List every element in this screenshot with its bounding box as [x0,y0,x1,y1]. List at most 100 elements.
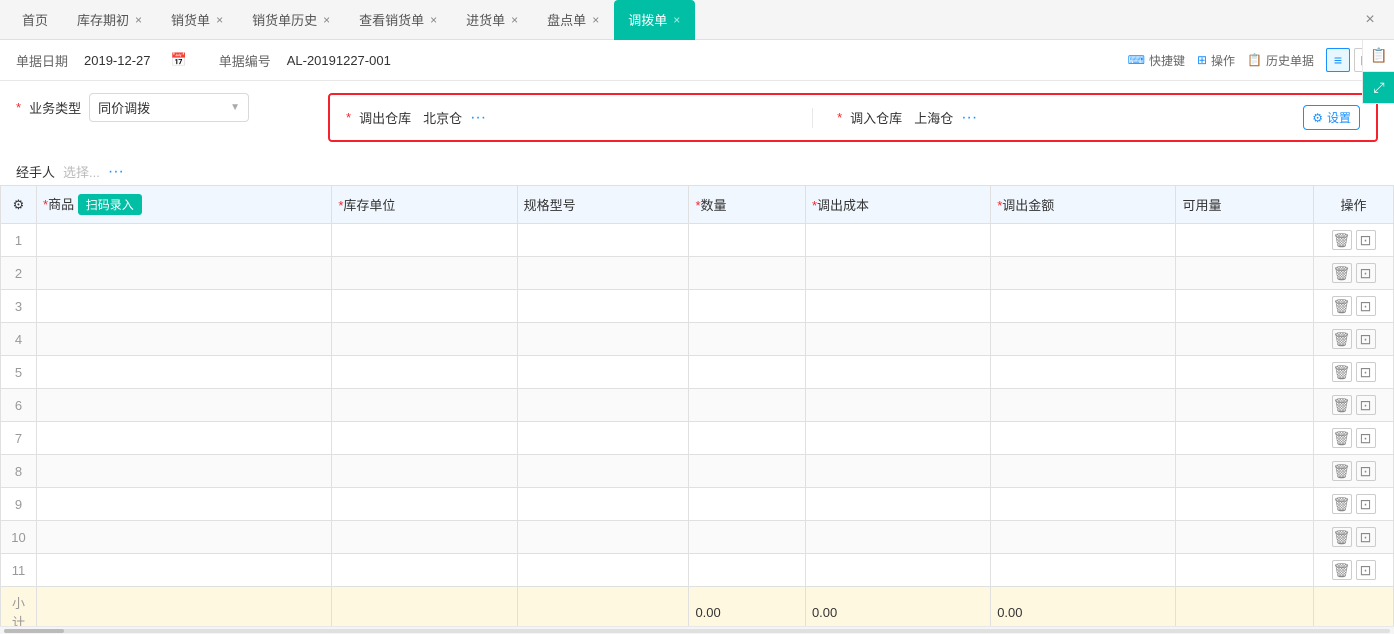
copy-icon-9[interactable]: ⊡ [1356,494,1376,514]
cell-amount-5[interactable] [991,356,1176,389]
cell-cost-5[interactable] [805,356,990,389]
cell-product-9[interactable] [37,488,332,521]
copy-icon-5[interactable]: ⊡ [1356,362,1376,382]
cell-unit-4[interactable] [332,323,517,356]
cell-amount-7[interactable] [991,422,1176,455]
cell-amount-2[interactable] [991,257,1176,290]
cell-cost-8[interactable] [805,455,990,488]
cell-unit-2[interactable] [332,257,517,290]
delete-icon-2[interactable]: 🗑 [1332,263,1352,283]
cell-available-6[interactable] [1176,389,1314,422]
cell-spec-6[interactable] [517,389,689,422]
cell-spec-7[interactable] [517,422,689,455]
tab-view-sales[interactable]: 查看销货单 × [345,0,452,40]
delete-icon-9[interactable]: 🗑 [1332,494,1352,514]
warehouse-out-more[interactable]: ··· [470,109,486,127]
copy-icon-3[interactable]: ⊡ [1356,296,1376,316]
cell-product-4[interactable] [37,323,332,356]
cell-spec-4[interactable] [517,323,689,356]
list-view-button[interactable]: ≡ [1326,48,1350,72]
cell-product-5[interactable] [37,356,332,389]
cell-spec-9[interactable] [517,488,689,521]
warehouse-in-more[interactable]: ··· [961,109,977,127]
cell-cost-2[interactable] [805,257,990,290]
cell-product-10[interactable] [37,521,332,554]
copy-icon-1[interactable]: ⊡ [1356,230,1376,250]
cell-unit-5[interactable] [332,356,517,389]
delete-icon-8[interactable]: 🗑 [1332,461,1352,481]
cell-cost-6[interactable] [805,389,990,422]
cell-available-10[interactable] [1176,521,1314,554]
cell-unit-8[interactable] [332,455,517,488]
history-button[interactable]: 📋 历史单据 [1247,52,1314,69]
delete-icon-6[interactable]: 🗑 [1332,395,1352,415]
cell-quantity-5[interactable] [689,356,806,389]
cell-available-4[interactable] [1176,323,1314,356]
cell-unit-11[interactable] [332,554,517,587]
cell-unit-6[interactable] [332,389,517,422]
tab-sales-history[interactable]: 销货单历史 × [238,0,345,40]
cell-quantity-1[interactable] [689,224,806,257]
cell-amount-4[interactable] [991,323,1176,356]
close-inventory-init[interactable]: × [135,13,142,27]
cell-cost-9[interactable] [805,488,990,521]
cell-available-11[interactable] [1176,554,1314,587]
cell-available-5[interactable] [1176,356,1314,389]
cell-quantity-7[interactable] [689,422,806,455]
cell-amount-10[interactable] [991,521,1176,554]
cell-spec-11[interactable] [517,554,689,587]
cell-unit-10[interactable] [332,521,517,554]
delete-icon-10[interactable]: 🗑 [1332,527,1352,547]
delete-icon-5[interactable]: 🗑 [1332,362,1352,382]
cell-amount-3[interactable] [991,290,1176,323]
close-transfer[interactable]: × [673,13,680,27]
cell-unit-3[interactable] [332,290,517,323]
tab-inventory-init[interactable]: 库存期初 × [63,0,157,40]
cell-unit-7[interactable] [332,422,517,455]
close-view-sales[interactable]: × [430,13,437,27]
delete-icon-3[interactable]: 🗑 [1332,296,1352,316]
shortcut-button[interactable]: ⌨ 快捷键 [1128,52,1185,69]
tab-stocktake[interactable]: 盘点单 × [533,0,614,40]
copy-icon-11[interactable]: ⊡ [1356,560,1376,580]
close-all-tabs[interactable]: × [1354,4,1386,36]
cell-available-1[interactable] [1176,224,1314,257]
tab-sales-order[interactable]: 销货单 × [157,0,238,40]
delete-icon-4[interactable]: 🗑 [1332,329,1352,349]
side-doc-list-button[interactable]: 📋 [1363,40,1394,72]
cell-product-8[interactable] [37,455,332,488]
cell-amount-1[interactable] [991,224,1176,257]
copy-icon-4[interactable]: ⊡ [1356,329,1376,349]
cell-spec-2[interactable] [517,257,689,290]
horizontal-scrollbar[interactable] [0,626,1394,634]
cell-available-7[interactable] [1176,422,1314,455]
cell-cost-7[interactable] [805,422,990,455]
cell-spec-3[interactable] [517,290,689,323]
cell-cost-3[interactable] [805,290,990,323]
copy-icon-10[interactable]: ⊡ [1356,527,1376,547]
cell-quantity-4[interactable] [689,323,806,356]
person-more[interactable]: ··· [108,163,124,181]
cell-quantity-8[interactable] [689,455,806,488]
cell-quantity-11[interactable] [689,554,806,587]
tab-purchase-order[interactable]: 进货单 × [452,0,533,40]
cell-amount-6[interactable] [991,389,1176,422]
cell-amount-8[interactable] [991,455,1176,488]
cell-spec-8[interactable] [517,455,689,488]
col-settings-header[interactable]: ⚙ [1,186,37,224]
scrollbar-thumb[interactable] [4,629,64,633]
tab-home[interactable]: 首页 [8,0,63,40]
cell-product-2[interactable] [37,257,332,290]
cell-available-9[interactable] [1176,488,1314,521]
calendar-icon[interactable]: 📅 [171,52,187,68]
cell-spec-1[interactable] [517,224,689,257]
close-sales-order[interactable]: × [216,13,223,27]
cell-quantity-6[interactable] [689,389,806,422]
cell-cost-4[interactable] [805,323,990,356]
scan-button[interactable]: 扫码录入 [78,194,142,215]
cell-product-7[interactable] [37,422,332,455]
cell-quantity-10[interactable] [689,521,806,554]
cell-available-2[interactable] [1176,257,1314,290]
settings-button[interactable]: ⚙ 设置 [1303,105,1360,130]
copy-icon-8[interactable]: ⊡ [1356,461,1376,481]
